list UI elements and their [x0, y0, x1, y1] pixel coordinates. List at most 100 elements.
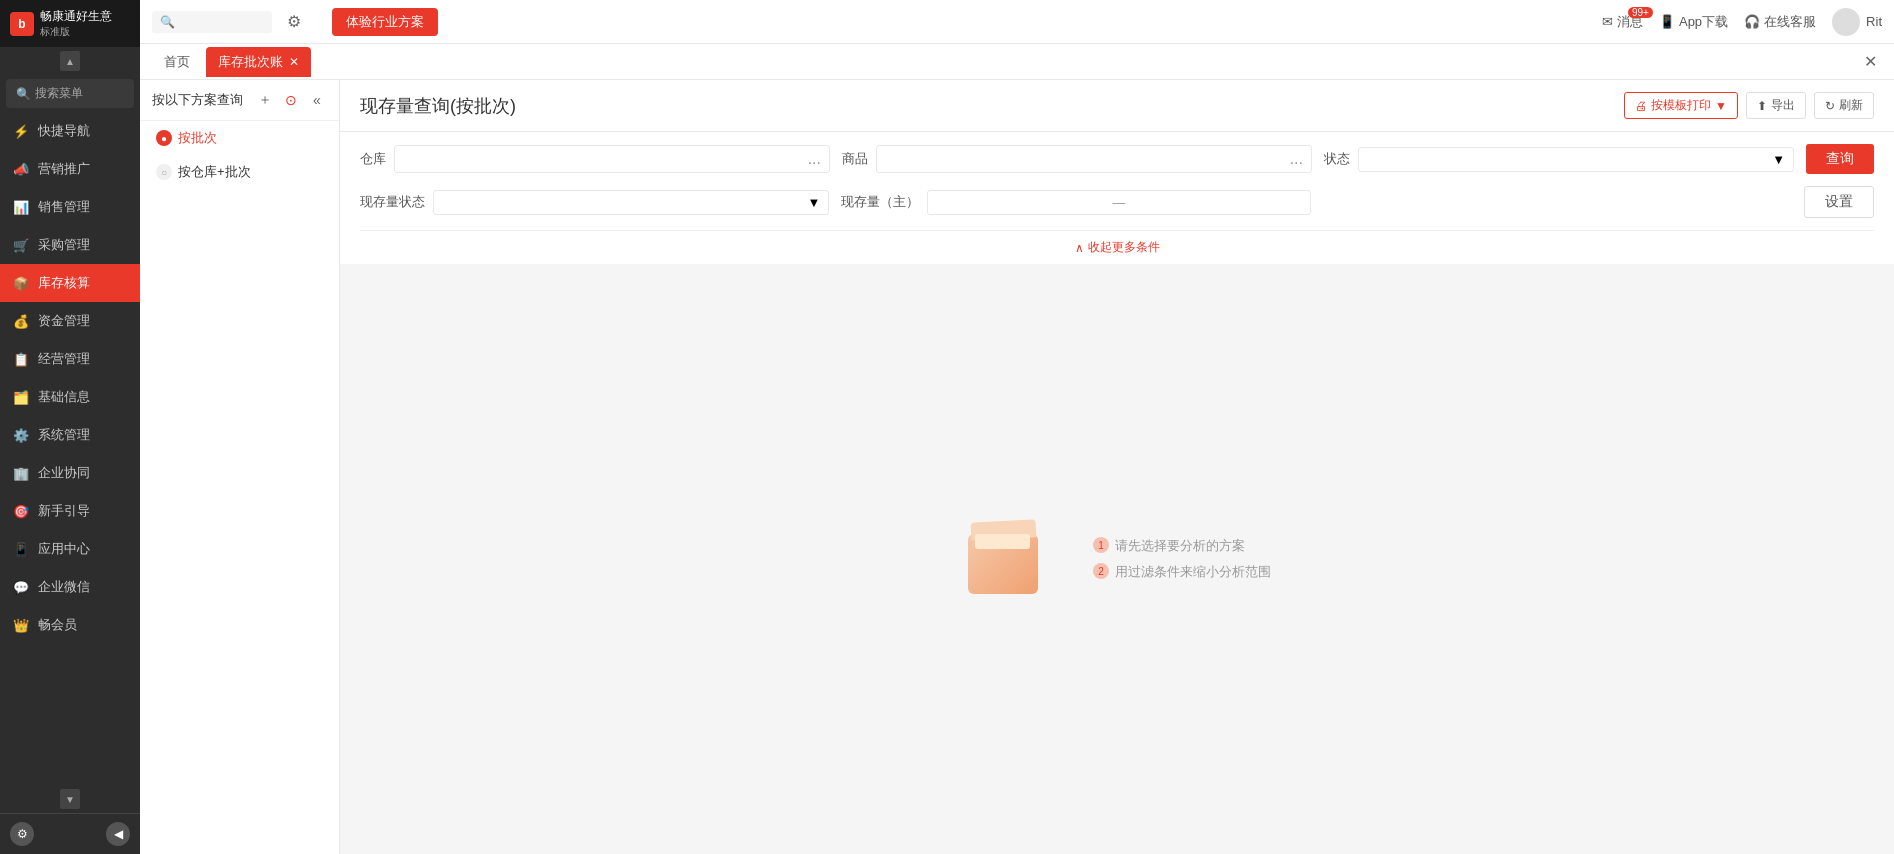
sidebar-item-inventory[interactable]: 📦 库存核算	[0, 264, 140, 302]
export-icon: ⬆	[1757, 99, 1767, 113]
sidebar-item-marketing[interactable]: 📣 营销推广	[0, 150, 140, 188]
by-batch-label: 按批次	[178, 129, 217, 147]
filter-group-status: 状态 ▼	[1324, 147, 1794, 172]
sidebar-item-wechat[interactable]: 💬 企业微信	[0, 568, 140, 606]
step1-text: 请先选择要分析的方案	[1115, 537, 1245, 555]
inventory-status-select[interactable]: ▼	[433, 190, 829, 215]
page-title: 现存量查询(按批次)	[360, 94, 516, 118]
newcomer-icon: 🎯	[12, 502, 30, 520]
operations-icon: 📋	[12, 350, 30, 368]
messages-btn[interactable]: ✉ 消息 99+	[1602, 13, 1643, 31]
sidebar-item-purchase[interactable]: 🛒 采购管理	[0, 226, 140, 264]
customer-service-btn[interactable]: 🎧 在线客服	[1744, 13, 1816, 31]
sidebar-settings-icon[interactable]: ⚙	[10, 822, 34, 846]
left-panel-collapse-btn[interactable]: «	[307, 90, 327, 110]
product-input-box[interactable]: ...	[876, 145, 1312, 173]
sidebar-item-label: 资金管理	[38, 312, 90, 330]
left-panel-item-by-batch[interactable]: ● 按批次	[140, 121, 339, 155]
inventory-main-to[interactable]	[1126, 191, 1310, 214]
collapse-icon: «	[313, 92, 321, 108]
user-area[interactable]: Rit	[1832, 8, 1882, 36]
product-input[interactable]	[885, 152, 1286, 167]
inventory-main-label: 现存量（主）	[841, 193, 919, 211]
empty-step-2: 2 用过滤条件来缩小分析范围	[1093, 563, 1271, 581]
sidebar-scroll-down[interactable]: ▼	[0, 785, 140, 813]
sidebar-item-label: 企业协同	[38, 464, 90, 482]
tabbar-close-btn[interactable]: ✕	[1858, 50, 1882, 74]
warehouse-dots-btn[interactable]: ...	[808, 150, 821, 168]
refresh-btn[interactable]: ↻ 刷新	[1814, 92, 1874, 119]
sidebar-item-label: 采购管理	[38, 236, 90, 254]
inventory-main-from[interactable]	[928, 191, 1112, 214]
warehouse-input[interactable]	[403, 152, 804, 167]
status-select[interactable]: ▼	[1358, 147, 1794, 172]
scroll-down-btn[interactable]: ▼	[60, 789, 80, 809]
sidebar-item-label: 库存核算	[38, 274, 90, 292]
service-icon: 🎧	[1744, 14, 1760, 29]
sidebar-item-enterprise[interactable]: 🏢 企业协同	[0, 454, 140, 492]
filter-group-product: 商品 ...	[842, 145, 1312, 173]
tab-close-icon[interactable]: ✕	[289, 55, 299, 69]
sidebar-item-member[interactable]: 👑 畅会员	[0, 606, 140, 644]
inventory-status-label: 现存量状态	[360, 193, 425, 211]
inactive-dot: ○	[156, 164, 172, 180]
content: 按以下方案查询 ＋ ⊙ « ● 按批次	[140, 80, 1894, 854]
topbar-right: ✉ 消息 99+ 📱 App下载 🎧 在线客服 Rit	[1602, 8, 1882, 36]
sidebar-item-quick-nav[interactable]: ⚡ 快捷导航	[0, 112, 140, 150]
empty-text: 1 请先选择要分析的方案 2 用过滤条件来缩小分析范围	[1093, 537, 1271, 581]
collapse-bar[interactable]: ∧ 收起更多条件	[360, 230, 1874, 264]
plus-icon: ＋	[258, 91, 272, 109]
sidebar-collapse-icon[interactable]: ◀	[106, 822, 130, 846]
sidebar-item-label: 基础信息	[38, 388, 90, 406]
left-panel-item-by-warehouse-batch[interactable]: ○ 按仓库+批次	[140, 155, 339, 189]
purchase-icon: 🛒	[12, 236, 30, 254]
sidebar-item-label: 快捷导航	[38, 122, 90, 140]
sidebar-search[interactable]: 🔍 搜索菜单	[6, 79, 134, 108]
left-panel-settings-btn[interactable]: ⊙	[281, 90, 301, 110]
topbar: 🔍 ⚙ 体验行业方案 ✉ 消息 99+ 📱 App下载 🎧 在线客服 Rit	[140, 0, 1894, 44]
warehouse-input-box[interactable]: ...	[394, 145, 830, 173]
sidebar-item-label: 销售管理	[38, 198, 90, 216]
sidebar-scroll-up[interactable]: ▲	[0, 47, 140, 75]
sidebar-item-appstore[interactable]: 📱 应用中心	[0, 530, 140, 568]
app-download-label: App下载	[1679, 13, 1728, 31]
export-btn[interactable]: ⬆ 导出	[1746, 92, 1806, 119]
quick-nav-icon: ⚡	[12, 122, 30, 140]
app-download-btn[interactable]: 📱 App下载	[1659, 13, 1728, 31]
topbar-search[interactable]: 🔍	[152, 11, 272, 33]
search-icon: 🔍	[16, 87, 31, 101]
export-label: 导出	[1771, 97, 1795, 114]
sidebar-item-newcomer[interactable]: 🎯 新手引导	[0, 492, 140, 530]
marketing-icon: 📣	[12, 160, 30, 178]
wechat-icon: 💬	[12, 578, 30, 596]
search-label: 搜索菜单	[35, 85, 83, 102]
sidebar-item-system[interactable]: ⚙️ 系统管理	[0, 416, 140, 454]
tab-inventory-label: 库存批次账	[218, 53, 283, 71]
status-label: 状态	[1324, 150, 1350, 168]
settings-btn[interactable]: 设置	[1804, 186, 1874, 218]
dropdown-arrow-icon: ▼	[1715, 99, 1727, 113]
left-panel-add-btn[interactable]: ＋	[255, 90, 275, 110]
refresh-icon: ↻	[1825, 99, 1835, 113]
tab-home[interactable]: 首页	[152, 47, 202, 77]
query-btn[interactable]: 查询	[1806, 144, 1874, 174]
page-title-actions: 🖨 按模板打印 ▼ ⬆ 导出 ↻ 刷新	[1624, 92, 1874, 119]
sidebar-item-sales[interactable]: 📊 销售管理	[0, 188, 140, 226]
tabbar: 首页 库存批次账 ✕ ✕	[140, 44, 1894, 80]
experience-btn[interactable]: 体验行业方案	[332, 8, 438, 36]
print-label: 按模板打印	[1651, 97, 1711, 114]
tab-inventory-batch[interactable]: 库存批次账 ✕	[206, 47, 311, 77]
step2-num: 2	[1093, 563, 1109, 579]
scroll-up-btn[interactable]: ▲	[60, 51, 80, 71]
sidebar-item-finance[interactable]: 💰 资金管理	[0, 302, 140, 340]
empty-step-1: 1 请先选择要分析的方案	[1093, 537, 1271, 555]
product-dots-btn[interactable]: ...	[1290, 150, 1303, 168]
inventory-main-range[interactable]: —	[927, 190, 1310, 215]
print-template-btn[interactable]: 🖨 按模板打印 ▼	[1624, 92, 1738, 119]
sidebar-item-operations[interactable]: 📋 经营管理	[0, 340, 140, 378]
sidebar: b 畅康通好生意 标准版 ▲ 🔍 搜索菜单 ⚡ 快捷导航 📣 营销推广 📊 销售…	[0, 0, 140, 854]
right-panel: 现存量查询(按批次) 🖨 按模板打印 ▼ ⬆ 导出 ↻ 刷新	[340, 80, 1894, 854]
topbar-settings-icon[interactable]: ⚙	[280, 8, 308, 36]
basic-icon: 🗂️	[12, 388, 30, 406]
sidebar-item-basic[interactable]: 🗂️ 基础信息	[0, 378, 140, 416]
